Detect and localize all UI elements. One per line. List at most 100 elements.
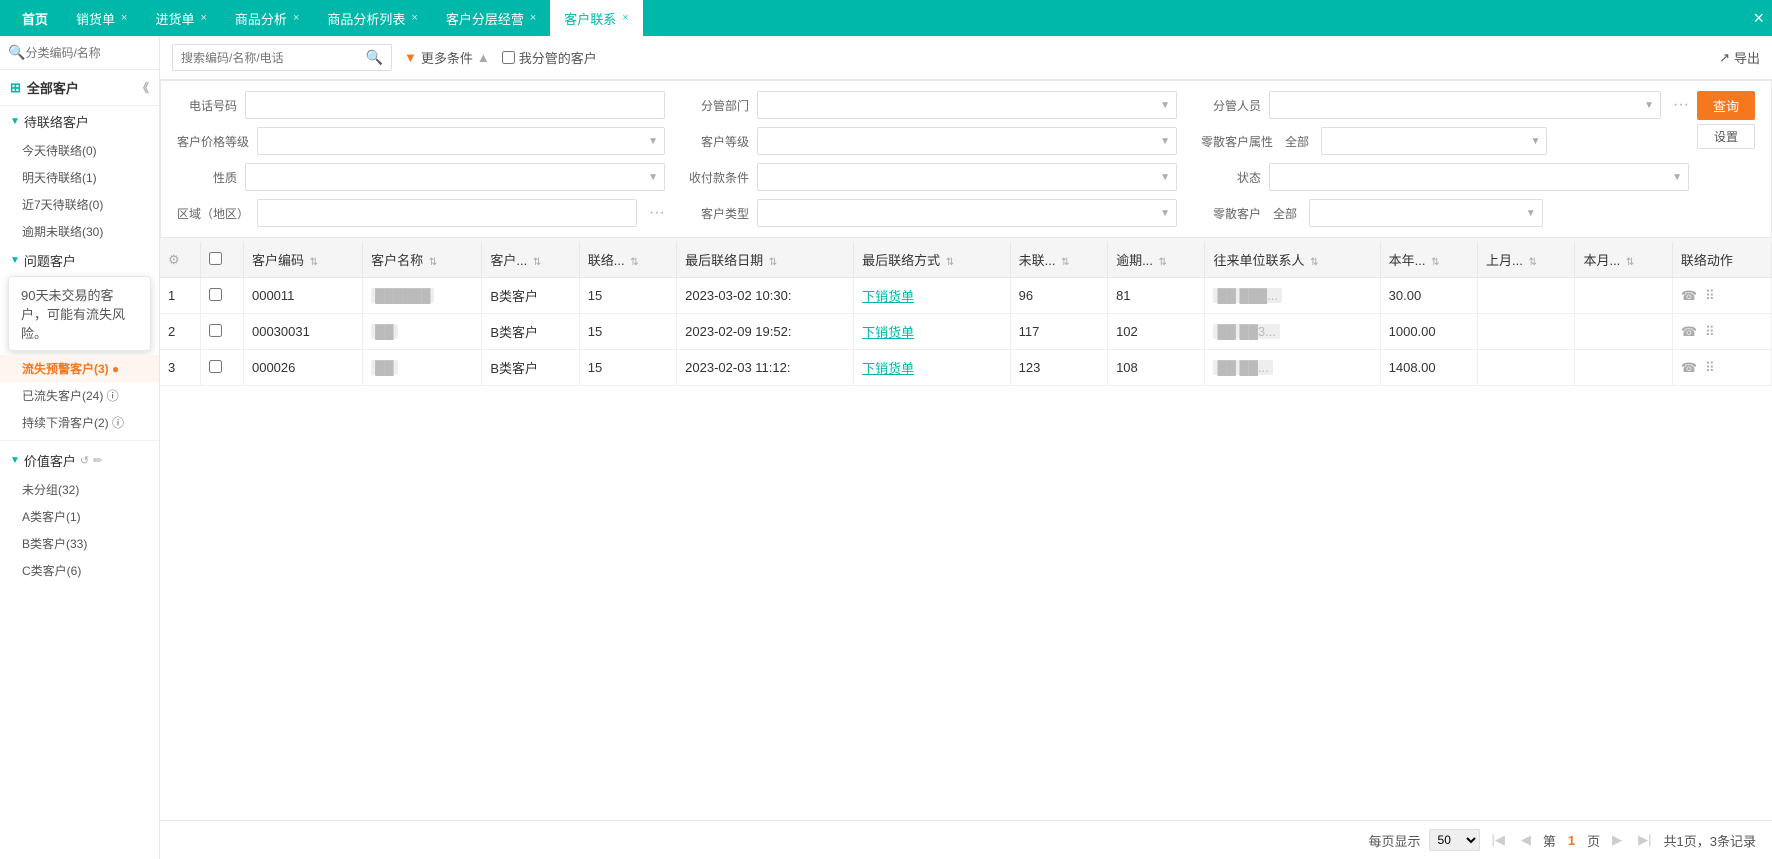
sort-this-month-icon[interactable]: ⇅: [1626, 257, 1634, 268]
action-phone-icon-2[interactable]: ☎: [1681, 360, 1697, 376]
close-purchase-icon[interactable]: ×: [200, 12, 206, 24]
grade-select[interactable]: ▼: [757, 127, 1177, 155]
dept-select[interactable]: ▼: [757, 91, 1177, 119]
sort-overdue-icon[interactable]: ⇅: [1159, 257, 1167, 268]
sort-person-icon[interactable]: ⇅: [1310, 257, 1318, 268]
col-name: 客户名称 ⇅: [363, 242, 482, 278]
link-1[interactable]: 下销货单: [862, 325, 914, 340]
sidebar-item-today-pending[interactable]: 今天待联络(0): [0, 137, 159, 164]
query-button[interactable]: 查询: [1697, 91, 1755, 120]
action-phone-icon-1[interactable]: ☎: [1681, 324, 1697, 340]
cell-last-method: 下销货单: [854, 314, 1011, 350]
phone-input[interactable]: [245, 91, 665, 119]
sidebar-item-churned[interactable]: 已流失客户(24) ⓘ: [0, 382, 159, 409]
row-checkbox-2[interactable]: [209, 360, 222, 373]
action-more-icon-2[interactable]: ⠿: [1705, 360, 1715, 376]
status-select[interactable]: ▼: [1269, 163, 1689, 191]
last-page-btn[interactable]: ▶|: [1634, 830, 1655, 850]
nav-purchase[interactable]: 进货单 ×: [141, 0, 220, 36]
search-input[interactable]: [181, 51, 366, 65]
sort-type-icon[interactable]: ⇅: [533, 257, 541, 268]
nature-select[interactable]: ▼: [245, 163, 665, 191]
sidebar-search-input[interactable]: [25, 46, 160, 60]
region-select[interactable]: [257, 199, 637, 227]
action-phone-icon-0[interactable]: ☎: [1681, 288, 1697, 304]
sort-this-year-icon[interactable]: ⇅: [1431, 257, 1439, 268]
settings-button[interactable]: 设置: [1697, 124, 1755, 149]
more-filter-btn[interactable]: ▼ 更多条件 ▲: [404, 48, 490, 67]
sidebar-atrisk-header[interactable]: ▼ 问题客户: [0, 245, 159, 276]
nav-product-analysis-list[interactable]: 商品分析列表 ×: [313, 0, 431, 36]
prev-page-btn[interactable]: ◀: [1517, 830, 1535, 850]
sort-last-date-icon[interactable]: ⇅: [769, 257, 777, 268]
close-product-analysis-list-icon[interactable]: ×: [411, 12, 417, 24]
my-customers-checkbox-wrap[interactable]: 我分管的客户: [502, 48, 597, 67]
close-sales-icon[interactable]: ×: [121, 12, 127, 24]
cell-checkbox[interactable]: [200, 314, 243, 350]
region-more-icon[interactable]: ···: [649, 204, 665, 222]
sort-last-method-icon[interactable]: ⇅: [946, 257, 954, 268]
nav-product-analysis[interactable]: 商品分析 ×: [221, 0, 313, 36]
content-area: 🔍 ▼ 更多条件 ▲ 我分管的客户 ↗ 导出: [160, 36, 1772, 859]
sidebar-all-customers[interactable]: ⊞ 全部客户 《: [0, 70, 159, 106]
per-page-select[interactable]: 50 100 200: [1429, 829, 1480, 851]
row-checkbox-0[interactable]: [209, 288, 222, 301]
sidebar-item-week-pending[interactable]: 近7天待联络(0): [0, 191, 159, 218]
sort-last-month-icon[interactable]: ⇅: [1529, 257, 1537, 268]
action-more-icon-1[interactable]: ⠿: [1705, 324, 1715, 340]
col-checkbox[interactable]: [200, 242, 243, 278]
close-customer-tier-icon[interactable]: ×: [530, 12, 536, 24]
nav-sales[interactable]: 销货单 ×: [62, 0, 141, 36]
sidebar-item-class-b[interactable]: B类客户(33): [0, 530, 159, 557]
sidebar-item-class-c[interactable]: C类客户(6): [0, 557, 159, 584]
col-this-month: 本月... ⇅: [1575, 242, 1672, 278]
nav-customer-contact-label: 客户联系: [564, 9, 616, 28]
link-0[interactable]: 下销货单: [862, 289, 914, 304]
filter-chevron: ▲: [477, 50, 490, 65]
sidebar-pending-header[interactable]: ▼ 待联络客户: [0, 106, 159, 137]
payment-select[interactable]: ▼: [757, 163, 1177, 191]
nav-customer-tier[interactable]: 客户分层经营 ×: [432, 0, 550, 36]
first-page-btn[interactable]: |◀: [1488, 830, 1509, 850]
cell-checkbox[interactable]: [200, 278, 243, 314]
link-2[interactable]: 下销货单: [862, 361, 914, 376]
nav-product-analysis-list-label: 商品分析列表: [327, 9, 405, 28]
export-btn[interactable]: ↗ 导出: [1719, 48, 1760, 67]
nav-home[interactable]: 首页: [8, 0, 62, 36]
close-product-analysis-icon[interactable]: ×: [293, 12, 299, 24]
select-all-checkbox[interactable]: [209, 252, 222, 265]
row-checkbox-1[interactable]: [209, 324, 222, 337]
retail-label: 零散客户: [1201, 205, 1261, 222]
value-refresh-icon[interactable]: ↺: [80, 454, 89, 467]
search-submit-icon[interactable]: 🔍: [366, 49, 383, 66]
retail-select[interactable]: ▼: [1309, 199, 1543, 227]
sidebar-item-tomorrow-pending[interactable]: 明天待联络(1): [0, 164, 159, 191]
action-more-icon-0[interactable]: ⠿: [1705, 288, 1715, 304]
sidebar-value-header[interactable]: ▼ 价值客户 ↺ ✏: [0, 445, 159, 476]
sidebar-item-ungrouped[interactable]: 未分组(32): [0, 476, 159, 503]
sidebar-item-declining[interactable]: 持续下滑客户(2) ⓘ: [0, 409, 159, 436]
sidebar-item-overdue-pending[interactable]: 逾期未联络(30): [0, 218, 159, 245]
data-table: ⚙ 客户编码 ⇅ 客户名称 ⇅ 客户... ⇅ 联络... ⇅ 最后联络日期 ⇅…: [160, 242, 1772, 386]
cell-checkbox[interactable]: [200, 350, 243, 386]
my-customers-checkbox[interactable]: [502, 51, 515, 64]
cell-overdue: 108: [1108, 350, 1205, 386]
price-grade-select[interactable]: ▼: [257, 127, 665, 155]
window-close-btn[interactable]: ×: [1753, 8, 1764, 29]
collapse-icon[interactable]: 《: [137, 79, 149, 96]
settings-icon[interactable]: ⚙: [168, 252, 180, 267]
sidebar-item-churn-warning[interactable]: 流失预警客户(3) ●: [0, 355, 159, 382]
close-customer-contact-icon[interactable]: ×: [622, 12, 628, 24]
sort-name-icon[interactable]: ⇅: [429, 257, 437, 268]
nav-customer-contact[interactable]: 客户联系 ×: [550, 0, 642, 36]
sort-uncontacted-icon[interactable]: ⇅: [1061, 257, 1069, 268]
next-page-btn[interactable]: ▶: [1608, 830, 1626, 850]
person-select[interactable]: ▼: [1269, 91, 1661, 119]
sidebar-item-class-a[interactable]: A类客户(1): [0, 503, 159, 530]
retail-attr-select[interactable]: ▼: [1321, 127, 1547, 155]
value-edit-icon[interactable]: ✏: [93, 454, 102, 467]
person-more-icon[interactable]: ···: [1673, 96, 1689, 114]
sort-code-icon[interactable]: ⇅: [310, 257, 318, 268]
ctype-select[interactable]: ▼: [757, 199, 1177, 227]
sort-contact-count-icon[interactable]: ⇅: [630, 257, 638, 268]
